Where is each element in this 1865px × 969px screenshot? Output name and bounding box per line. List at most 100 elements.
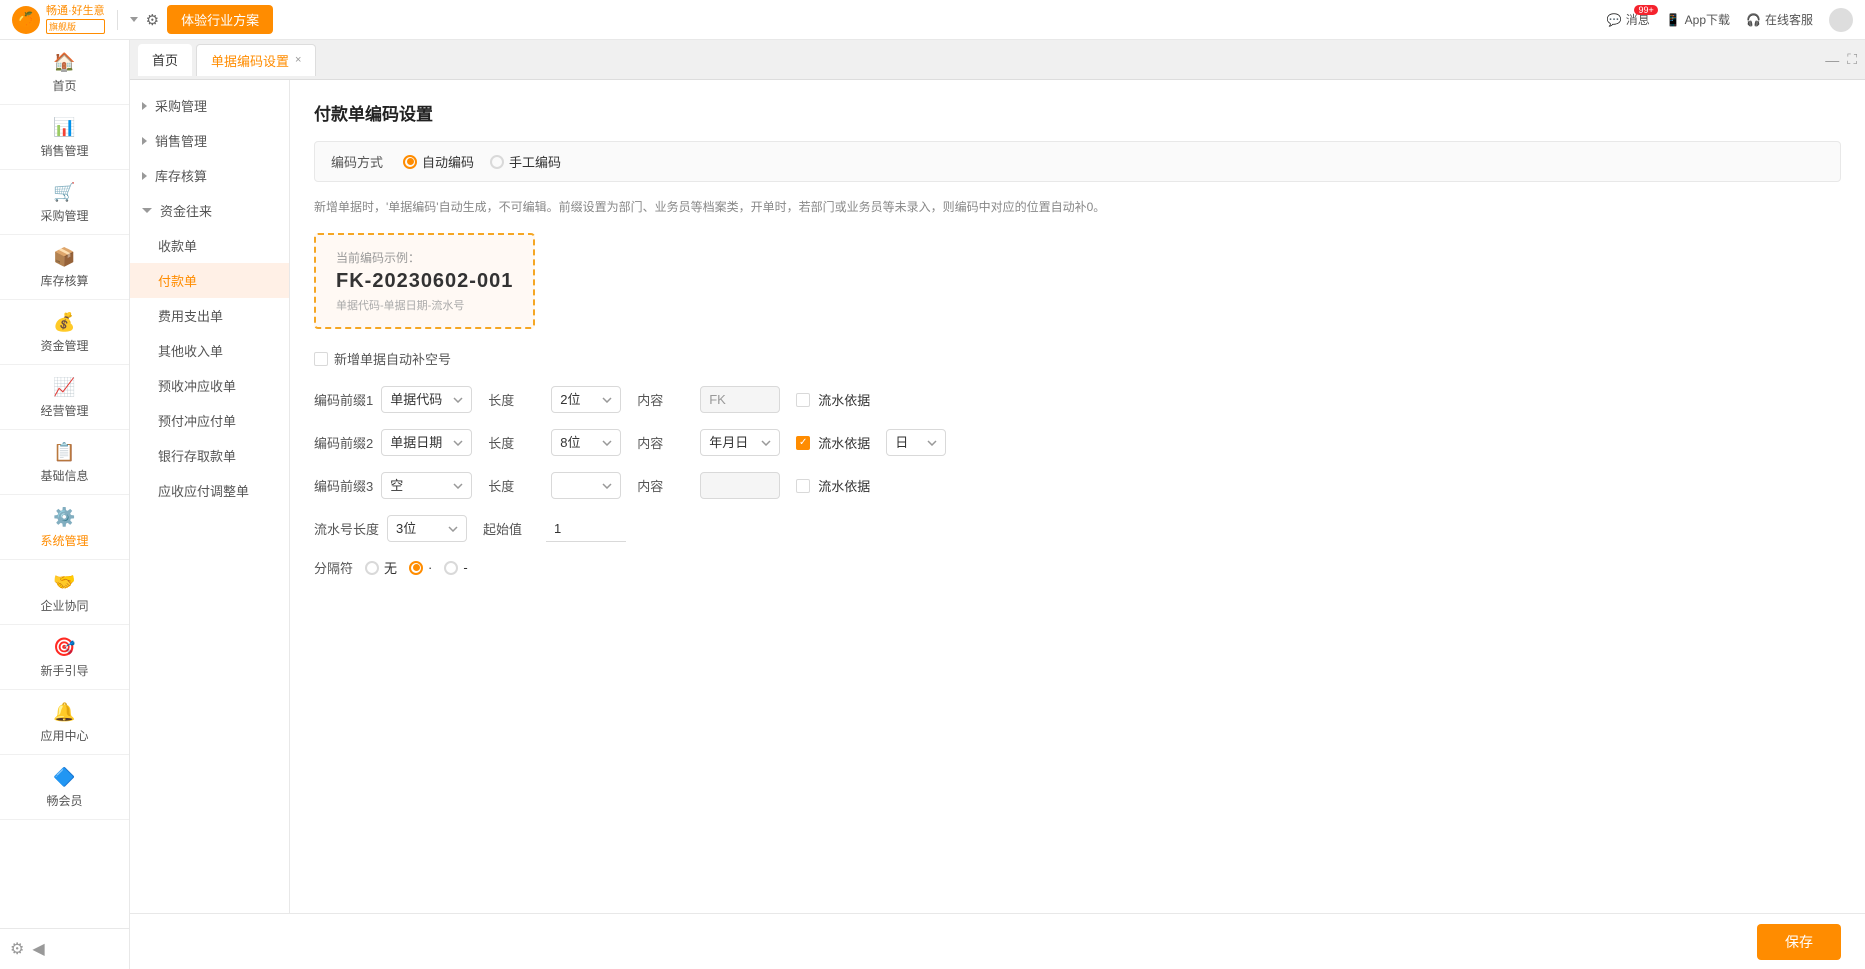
sidebar-item-label: 采购管理 <box>40 207 88 224</box>
tab-home[interactable]: 首页 <box>138 44 192 76</box>
trial-button[interactable]: 体验行业方案 <box>167 5 273 34</box>
prefix2-length-field: 长度 8位 6位 4位 <box>488 429 621 456</box>
topbar-separator <box>117 10 118 30</box>
nav-back-button[interactable] <box>130 17 138 22</box>
prefix2-select[interactable]: 单据日期 部门 业务员 空 <box>381 429 472 456</box>
prefix1-serial-checkbox[interactable] <box>796 393 810 407</box>
separator-dot-radio[interactable]: · <box>409 560 432 575</box>
prefix3-content-input[interactable] <box>700 472 780 499</box>
serial-length-label: 流水号长度 <box>314 519 379 538</box>
sep-dot-radio-circle <box>409 561 423 575</box>
prefix2-label: 编码前缀2 <box>314 433 373 452</box>
separator-row: 分隔符 无 · - <box>314 558 1841 577</box>
sub-title-purchase[interactable]: 采购管理 <box>130 88 289 123</box>
logo-text: 畅通·好生意 旗舰版 <box>46 5 105 33</box>
save-button[interactable]: 保存 <box>1757 924 1841 960</box>
sidebar-settings-button[interactable]: ⚙ <box>10 939 24 959</box>
sidebar-item-member[interactable]: 🔷 畅会员 <box>0 755 129 820</box>
triangle-icon <box>142 137 147 145</box>
sub-title-sales[interactable]: 销售管理 <box>130 123 289 158</box>
sub-item-bank[interactable]: 银行存取款单 <box>130 438 289 473</box>
sub-item-other-income[interactable]: 其他收入单 <box>130 333 289 368</box>
sidebar-item-operations[interactable]: 📈 经营管理 <box>0 365 129 430</box>
prefix2-length-label: 长度 <box>488 433 543 452</box>
prefix2-content-select[interactable]: 年月日 年月 年 <box>700 429 780 456</box>
sidebar-item-home[interactable]: 🏠 首页 <box>0 40 129 105</box>
prefix1-content-field: 内容 <box>637 386 780 413</box>
start-value-field: 起始值 <box>483 516 626 542</box>
online-service-button[interactable]: 🎧 在线客服 <box>1746 11 1813 28</box>
tab-minimize-button[interactable]: — <box>1825 51 1839 68</box>
guide-icon: 🎯 <box>53 637 75 658</box>
prefix3-length-select[interactable] <box>551 472 621 499</box>
message-icon: 💬 <box>1607 13 1622 27</box>
sub-item-expense[interactable]: 费用支出单 <box>130 298 289 333</box>
autofill-checkbox[interactable] <box>314 352 328 366</box>
prefix1-length-field: 长度 2位 3位 4位 <box>488 386 621 413</box>
sidebar-item-inventory[interactable]: 📦 库存核算 <box>0 235 129 300</box>
tab-close-icon[interactable]: × <box>295 54 301 66</box>
autofill-label: 新增单据自动补空号 <box>334 349 451 368</box>
prefix1-serial-field: 流水依据 <box>796 390 870 409</box>
auto-radio-label: 自动编码 <box>422 152 474 171</box>
tab-encoding-settings[interactable]: 单据编码设置 × <box>196 44 316 76</box>
sidebar-item-label: 库存核算 <box>40 272 88 289</box>
sidebar-item-finance[interactable]: 💰 资金管理 <box>0 300 129 365</box>
sub-item-receipt[interactable]: 收款单 <box>130 228 289 263</box>
separator-dash-radio[interactable]: - <box>444 560 467 575</box>
prefix2-content-field: 内容 年月日 年月 年 <box>637 429 780 456</box>
message-button[interactable]: 💬 消息 99+ <box>1607 11 1650 28</box>
sidebar-item-label: 经营管理 <box>40 402 88 419</box>
sub-item-payment[interactable]: 付款单 <box>130 263 289 298</box>
avatar[interactable] <box>1829 8 1853 32</box>
sidebar-item-basic-info[interactable]: 📋 基础信息 <box>0 430 129 495</box>
sidebar-bottom: ⚙ ◀ <box>0 928 129 969</box>
prefix3-select[interactable]: 空 单据代码 部门 业务员 <box>381 472 472 499</box>
sub-title-inventory[interactable]: 库存核算 <box>130 158 289 193</box>
manual-encoding-radio[interactable]: 手工编码 <box>490 152 561 171</box>
tab-encoding-label: 单据编码设置 <box>211 51 289 70</box>
sidebar-collapse-button[interactable]: ◀ <box>32 939 44 959</box>
sub-title-finance[interactable]: 资金往来 <box>130 193 289 228</box>
topbar-right: 💬 消息 99+ 📱 App下载 🎧 在线客服 <box>1607 8 1853 32</box>
sidebar-item-label: 销售管理 <box>40 142 88 159</box>
sub-item-pre-receivable[interactable]: 预收冲应收单 <box>130 368 289 403</box>
prefix1-select[interactable]: 单据代码 部门 业务员 空 <box>381 386 472 413</box>
info-text: 新增单据时，'单据编码'自动生成，不可编辑。前缀设置为部门、业务员等档案类，开单… <box>314 198 1841 217</box>
separator-dot-label: · <box>428 560 432 575</box>
sidebar-item-app-center[interactable]: 🔔 应用中心 <box>0 690 129 755</box>
prefix1-length-label: 长度 <box>488 390 543 409</box>
sep-dash-radio-circle <box>444 561 458 575</box>
prefix3-serial-checkbox[interactable] <box>796 479 810 493</box>
sub-group-inventory: 库存核算 <box>130 158 289 193</box>
prefix3-length-label: 长度 <box>488 476 543 495</box>
sidebar-item-sales[interactable]: 📊 销售管理 <box>0 105 129 170</box>
app-icon: 📱 <box>1666 13 1681 27</box>
sidebar-item-guide[interactable]: 🎯 新手引导 <box>0 625 129 690</box>
prefix2-serial-checkbox[interactable]: ✓ <box>796 436 810 450</box>
prefix2-field: 编码前缀2 单据日期 部门 业务员 空 <box>314 429 472 456</box>
settings-icon[interactable]: ⚙ <box>146 11 159 29</box>
sub-item-pre-payable[interactable]: 预付冲应付单 <box>130 403 289 438</box>
sidebar-item-purchase[interactable]: 🛒 采购管理 <box>0 170 129 235</box>
prefix2-cycle-select[interactable]: 日 月 年 <box>886 429 946 456</box>
prefix1-serial-label: 流水依据 <box>818 390 870 409</box>
sidebar-item-cooperation[interactable]: 🤝 企业协同 <box>0 560 129 625</box>
sidebar-item-system[interactable]: ⚙️ 系统管理 <box>0 495 129 560</box>
prefix1-content-input[interactable] <box>700 386 780 413</box>
sub-group-sales: 销售管理 <box>130 123 289 158</box>
prefix1-field: 编码前缀1 单据代码 部门 业务员 空 <box>314 386 472 413</box>
separator-none-radio[interactable]: 无 <box>365 558 397 577</box>
prefix2-length-select[interactable]: 8位 6位 4位 <box>551 429 621 456</box>
sub-item-adjustment[interactable]: 应收应付调整单 <box>130 473 289 508</box>
start-value-input[interactable] <box>546 516 626 542</box>
tab-maximize-button[interactable]: ⛶ <box>1847 51 1857 68</box>
serial-length-select[interactable]: 3位 4位 5位 <box>387 515 467 542</box>
sub-sidebar: 采购管理 销售管理 库存核算 <box>130 80 290 913</box>
encoding-radio-group: 自动编码 手工编码 <box>403 152 561 171</box>
app-download-button[interactable]: 📱 App下载 <box>1666 11 1730 28</box>
auto-encoding-radio[interactable]: 自动编码 <box>403 152 474 171</box>
finance-icon: 💰 <box>53 312 75 333</box>
prefix1-length-select[interactable]: 2位 3位 4位 <box>551 386 621 413</box>
auto-radio-circle <box>403 155 417 169</box>
